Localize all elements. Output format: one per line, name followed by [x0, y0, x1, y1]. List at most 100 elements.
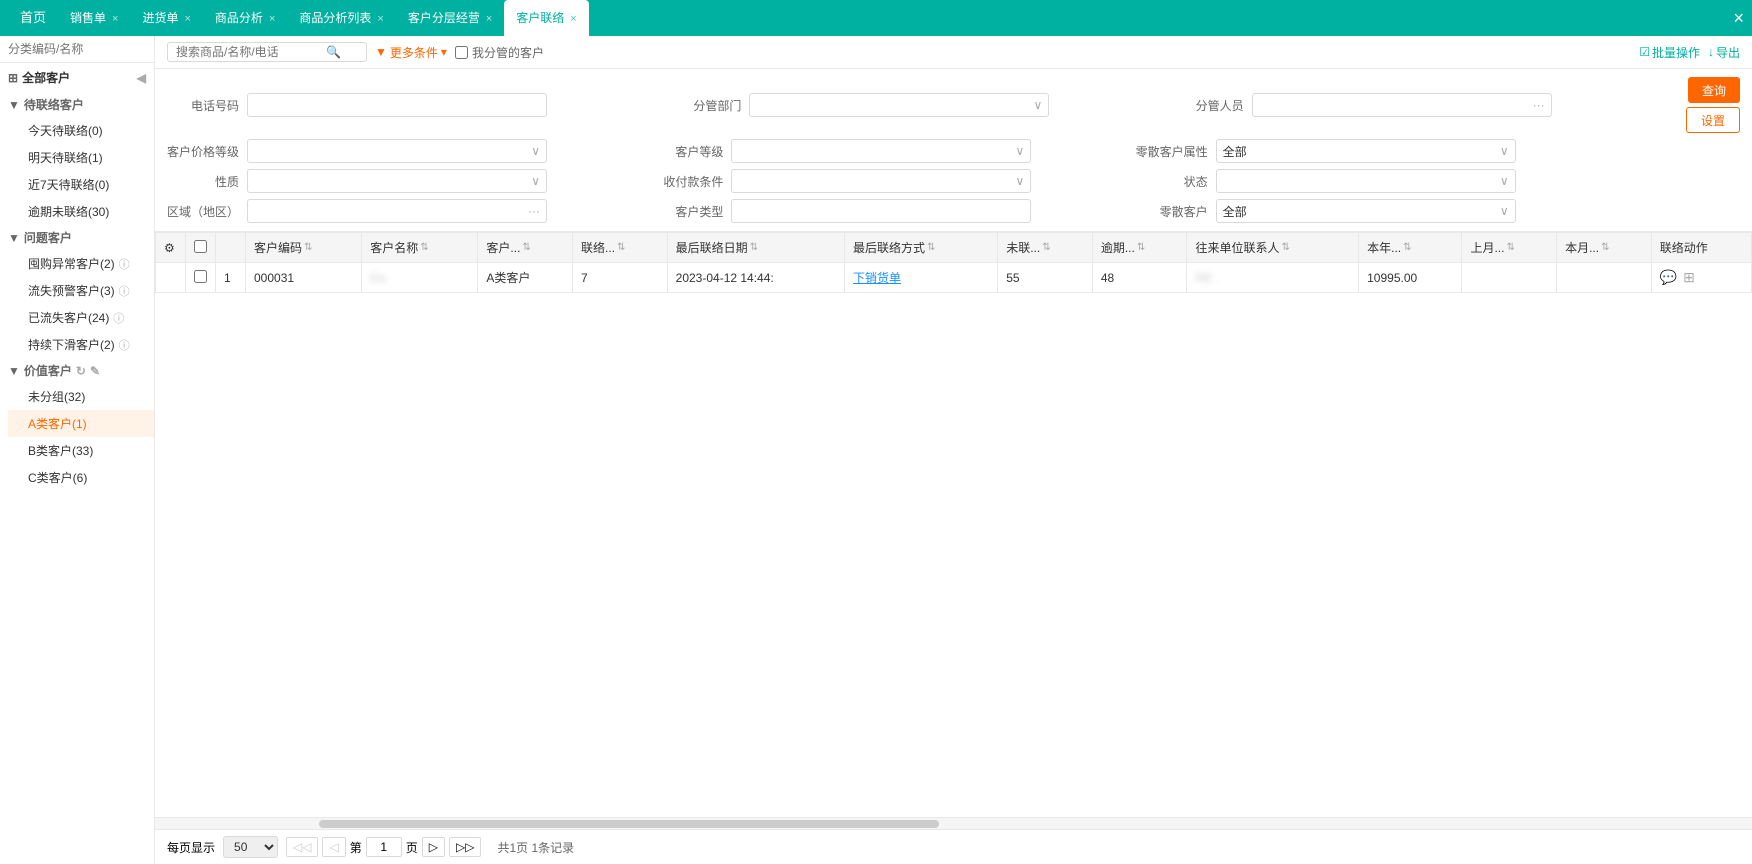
- all-customers-header[interactable]: ⊞ 全部客户 ◀: [0, 63, 154, 92]
- status-select[interactable]: ∨: [1216, 169, 1516, 193]
- nav-home[interactable]: 首页: [8, 0, 58, 36]
- nav-tab-product-analysis[interactable]: 商品分析×: [203, 0, 287, 36]
- per-page-select[interactable]: 50 100 200: [223, 836, 278, 858]
- retail-attr-select[interactable]: 全部 ∨: [1216, 139, 1516, 163]
- nav-tab-sales[interactable]: 销售单×: [58, 0, 130, 36]
- th-last-method[interactable]: 最后联络方式⇅: [845, 233, 998, 263]
- sidebar-item-tomorrow[interactable]: 明天待联络(1): [8, 144, 154, 171]
- phone-input[interactable]: [247, 93, 547, 117]
- td-last-method[interactable]: 下销货单: [845, 263, 998, 293]
- more-conditions-button[interactable]: ▼ 更多条件 ▾: [375, 44, 447, 61]
- horizontal-scrollbar[interactable]: [155, 817, 1752, 829]
- last-page-button[interactable]: ▷▷: [449, 837, 481, 857]
- sidebar-group-value[interactable]: ▼ 价值客户 ↻ ✎: [0, 358, 154, 383]
- bottom-bar: 每页显示 50 100 200 ◁◁ ◁ 第 页 ▷ ▷▷ 共1页 1条记录: [155, 829, 1752, 864]
- nav-tab-customer-contact[interactable]: 客户联络×: [504, 0, 588, 36]
- page-label: 第: [350, 839, 362, 856]
- batch-op-button[interactable]: ☑ 批量操作: [1639, 44, 1700, 61]
- price-grade-chevron-icon: ∨: [531, 144, 540, 158]
- th-contact-person[interactable]: 往来单位联系人⇅: [1187, 233, 1359, 263]
- sidebar-item-ungrouped[interactable]: 未分组(32): [8, 383, 154, 410]
- my-customers-checkbox[interactable]: [455, 46, 468, 59]
- sidebar-item-class-c[interactable]: C类客户(6): [8, 464, 154, 491]
- pay-select[interactable]: ∨: [731, 169, 1031, 193]
- query-button[interactable]: 查询: [1688, 77, 1740, 103]
- close-purchase-tab[interactable]: ×: [184, 13, 190, 25]
- sidebar-item-today[interactable]: 今天待联络(0): [8, 117, 154, 144]
- filter-cell-phone: 电话号码: [167, 93, 669, 117]
- sidebar-group-pending[interactable]: ▼ 待联络客户: [0, 92, 154, 117]
- nav-tab-customer-tier[interactable]: 客户分层经营×: [396, 0, 504, 36]
- person-select[interactable]: ···: [1252, 93, 1552, 117]
- sidebar-item-declining[interactable]: 持续下滑客户(2) ⓘ: [8, 331, 154, 358]
- sidebar-item-overdue[interactable]: 逾期未联络(30): [8, 198, 154, 225]
- close-all-button[interactable]: ×: [1733, 8, 1744, 29]
- sidebar-item-lost-warning[interactable]: 流失预警客户(3) ⓘ: [8, 277, 154, 304]
- nav-tab-purchase[interactable]: 进货单×: [130, 0, 202, 36]
- region-select[interactable]: ···: [247, 199, 547, 223]
- th-this-month[interactable]: 本月...⇅: [1557, 233, 1652, 263]
- th-check[interactable]: [186, 233, 216, 263]
- export-button[interactable]: ↓ 导出: [1708, 44, 1740, 61]
- edit-icon[interactable]: ✎: [90, 364, 100, 378]
- next-page-button[interactable]: ▷: [422, 837, 445, 857]
- person-dots-icon[interactable]: ···: [1533, 98, 1545, 112]
- th-gear[interactable]: ⚙: [156, 233, 186, 263]
- sidebar-item-class-a[interactable]: A类客户(1): [8, 410, 154, 437]
- sort-type-icon: ⇅: [522, 242, 530, 253]
- filter-search-icon[interactable]: 🔍: [326, 45, 341, 59]
- sidebar-item-lost[interactable]: 已流失客户(24) ⓘ: [8, 304, 154, 331]
- chat-action-icon[interactable]: 💬: [1660, 269, 1677, 286]
- close-sales-tab[interactable]: ×: [112, 13, 118, 25]
- close-customer-tier-tab[interactable]: ×: [486, 13, 492, 25]
- th-contact[interactable]: 联络...⇅: [573, 233, 668, 263]
- prev-page-button[interactable]: ◁: [322, 837, 345, 857]
- th-last-month[interactable]: 上月...⇅: [1462, 233, 1557, 263]
- sidebar-item-hoarding[interactable]: 囤购异常客户(2) ⓘ: [8, 250, 154, 277]
- sidebar-group-problem[interactable]: ▼ 问题客户: [0, 225, 154, 250]
- export-label: 导出: [1716, 44, 1740, 61]
- filter-cell-status: 状态 ∨: [1136, 169, 1620, 193]
- sidebar-search-input[interactable]: [8, 42, 155, 56]
- sidebar-item-7days[interactable]: 近7天待联络(0): [8, 171, 154, 198]
- nav-tab-product-list[interactable]: 商品分析列表×: [287, 0, 395, 36]
- grade-select[interactable]: ∨: [731, 139, 1031, 163]
- retail-select[interactable]: 全部 ∨: [1216, 199, 1516, 223]
- th-this-year[interactable]: 本年...⇅: [1359, 233, 1462, 263]
- th-overdue[interactable]: 逾期...⇅: [1092, 233, 1187, 263]
- group-problem-label: 问题客户: [24, 229, 72, 246]
- th-type[interactable]: 客户...⇅: [478, 233, 573, 263]
- close-product-analysis-tab[interactable]: ×: [269, 13, 275, 25]
- nature-select[interactable]: ∨: [247, 169, 547, 193]
- my-customers-check[interactable]: 我分管的客户: [455, 44, 544, 61]
- th-name[interactable]: 客户名称⇅: [362, 233, 478, 263]
- price-grade-select[interactable]: ∨: [247, 139, 547, 163]
- collapse-sidebar-icon[interactable]: ◀: [137, 71, 146, 85]
- select-all-checkbox[interactable]: [194, 240, 207, 253]
- grid-action-icon[interactable]: ⊞: [1683, 269, 1695, 286]
- th-uncontacted[interactable]: 未联...⇅: [998, 233, 1093, 263]
- close-product-list-tab[interactable]: ×: [377, 13, 383, 25]
- retail-label: 零散客户: [1136, 203, 1216, 220]
- scrollbar-thumb[interactable]: [319, 820, 939, 828]
- sidebar-item-class-b[interactable]: B类客户(33): [8, 437, 154, 464]
- refresh-icon[interactable]: ↻: [76, 364, 86, 378]
- retail-chevron-icon: ∨: [1500, 204, 1509, 218]
- last-method-link[interactable]: 下销货单: [853, 271, 901, 285]
- td-check[interactable]: [186, 263, 216, 293]
- filter-search-input[interactable]: [176, 45, 326, 59]
- region-dots-icon[interactable]: ···: [528, 204, 540, 218]
- dept-select[interactable]: ∨: [749, 93, 1049, 117]
- row-checkbox[interactable]: [194, 270, 207, 283]
- page-number-input[interactable]: [366, 837, 402, 857]
- th-code[interactable]: 客户编码⇅: [246, 233, 362, 263]
- th-last-date[interactable]: 最后联络日期⇅: [667, 233, 844, 263]
- status-label: 状态: [1136, 173, 1216, 190]
- type-select[interactable]: [731, 199, 1031, 223]
- first-page-button[interactable]: ◁◁: [286, 837, 318, 857]
- price-grade-label: 客户价格等级: [167, 143, 247, 160]
- th-index: [216, 233, 246, 263]
- setting-button[interactable]: 设置: [1686, 107, 1740, 133]
- close-customer-contact-tab[interactable]: ×: [570, 13, 576, 25]
- sort-overdue-icon: ⇅: [1137, 242, 1145, 253]
